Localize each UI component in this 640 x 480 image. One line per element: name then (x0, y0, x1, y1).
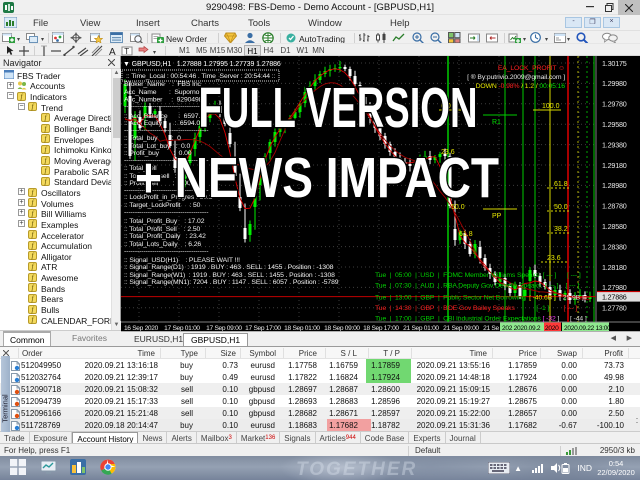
svg-text:61.8: 61.8 (554, 181, 568, 188)
svg-text:1.27886: 1.27886 (602, 293, 627, 302)
svg-text:1.27780: 1.27780 (602, 304, 627, 313)
svg-text:Broker_Name : FBS Inc: Broker_Name : FBS Inc (124, 81, 202, 88)
svg-text:Tue | 17:00 | GBP | CBI: Tue | 17:00 | GBP | CBI Industrial Order… (375, 316, 587, 323)
svg-text:Tue | 13:00 | GBP | Publ: Tue | 13:00 | GBP | Public Sector Net Bo… (375, 295, 584, 302)
svg-text:T: T (124, 47, 129, 56)
svg-text:Tue | 07:30 | AUD | RBA: Tue | 07:30 | AUD | RBA Deputy Gov Debel… (375, 283, 579, 290)
svg-text:1.27980: 1.27980 (602, 283, 627, 292)
svg-text::: Signal_Range(MN1): 7204 . B: :: Signal_Range(MN1): 7204 . BUY : 1147 … (124, 279, 339, 286)
svg-text:EA_LOCK_PROFIT ☺: EA_LOCK_PROFIT ☺ (498, 65, 565, 72)
svg-text:1.28580: 1.28580 (602, 222, 627, 231)
svg-text:1.29180: 1.29180 (602, 161, 627, 170)
svg-text:FULL VERSION: FULL VERSION (199, 76, 478, 140)
svg-text:1.28980: 1.28980 (602, 181, 627, 190)
svg-text:PP: PP (492, 213, 502, 220)
svg-text:1.29980: 1.29980 (602, 79, 627, 88)
svg-text:61.8: 61.8 (459, 231, 473, 238)
svg-text::: Signal_Range(W1) : 1919 .: :: Signal_Range(W1) : 1919 . BUY : 463 .… (124, 272, 335, 279)
svg-text:Tue | 14:30 | GBP | BOE: Tue | 14:30 | GBP | BOE Gov Bailey Speak… (375, 305, 577, 312)
svg-text:38.2: 38.2 (554, 226, 568, 233)
svg-text:------------------------------: --------------------------------------- (124, 209, 208, 216)
svg-text:Acc_Name : Suporno: Acc_Name : Suporno (124, 89, 200, 96)
svg-text:1.29780: 1.29780 (602, 100, 627, 109)
svg-text:------------------------------: --------------------------------------- (124, 248, 208, 255)
svg-text:1.30175: 1.30175 (602, 59, 627, 68)
svg-text::: Total_Profit_Sell : 2.50: :: Total_Profit_Sell : 2.50 (124, 226, 201, 233)
svg-text:50.0: 50.0 (554, 204, 568, 211)
svg-text:23.6: 23.6 (547, 255, 561, 262)
svg-text::: Total_Profit_Buy : 17.02: :: Total_Profit_Buy : 17.02 (124, 218, 205, 225)
svg-text:DOWN -0.98% / 1.2 / 00:05:16: DOWN -0.98% / 1.2 / 00:05:16 (476, 83, 566, 90)
svg-text:[ ® By:putrivio.2009@gmail.co: [ ® By:putrivio.2009@gmail.com ] (467, 73, 565, 81)
svg-text:+ NEWS IMPACT: + NEWS IMPACT (135, 146, 499, 210)
svg-text:------------------------------: --------------------------------------- (124, 127, 208, 134)
svg-text::: Total_Lots_Daily : 6.26: :: Total_Lots_Daily : 6.26 (124, 241, 201, 248)
svg-text::: Acc_Equity : 6594.0: :: Acc_Equity : 6594.0 (124, 120, 200, 127)
svg-text:1.28180: 1.28180 (602, 263, 627, 272)
svg-text:1.28380: 1.28380 (602, 242, 627, 251)
svg-text:Tue | 05:00 | USD | FOMC: Tue | 05:00 | USD | FOMC Member Williams… (375, 272, 581, 279)
svg-text:1.28780: 1.28780 (602, 202, 627, 211)
svg-text:------------------------------: --------------------------------------- (124, 103, 208, 110)
svg-text::: Signal_Range(D1) : 1919 .: :: Signal_Range(D1) : 1919 . BUY : 463 .… (124, 264, 334, 271)
svg-text:R1: R1 (492, 119, 501, 126)
svg-text:▼ GBPUSD,H1 1.27888 1.27995: ▼ GBPUSD,H1 1.27888 1.27995 1.27739 1.27… (123, 61, 281, 68)
svg-text::: Acc_Balance : 6597.3: :: Acc_Balance : 6597.3 (124, 113, 204, 120)
svg-text::: Total_Profit_Daily : 23.4: :: Total_Profit_Daily : 23.42 (124, 233, 206, 240)
svg-text::: Total_buy : 0: :: Total_buy : 0 (124, 135, 181, 142)
svg-text:100.0: 100.0 (542, 103, 560, 110)
svg-text::: Signal_USD(H1) : PLEASE: :: Signal_USD(H1) : PLEASE WAIT !!! (124, 257, 240, 264)
svg-text:1.29380: 1.29380 (602, 140, 627, 149)
svg-text:1.29580: 1.29580 (602, 120, 627, 129)
